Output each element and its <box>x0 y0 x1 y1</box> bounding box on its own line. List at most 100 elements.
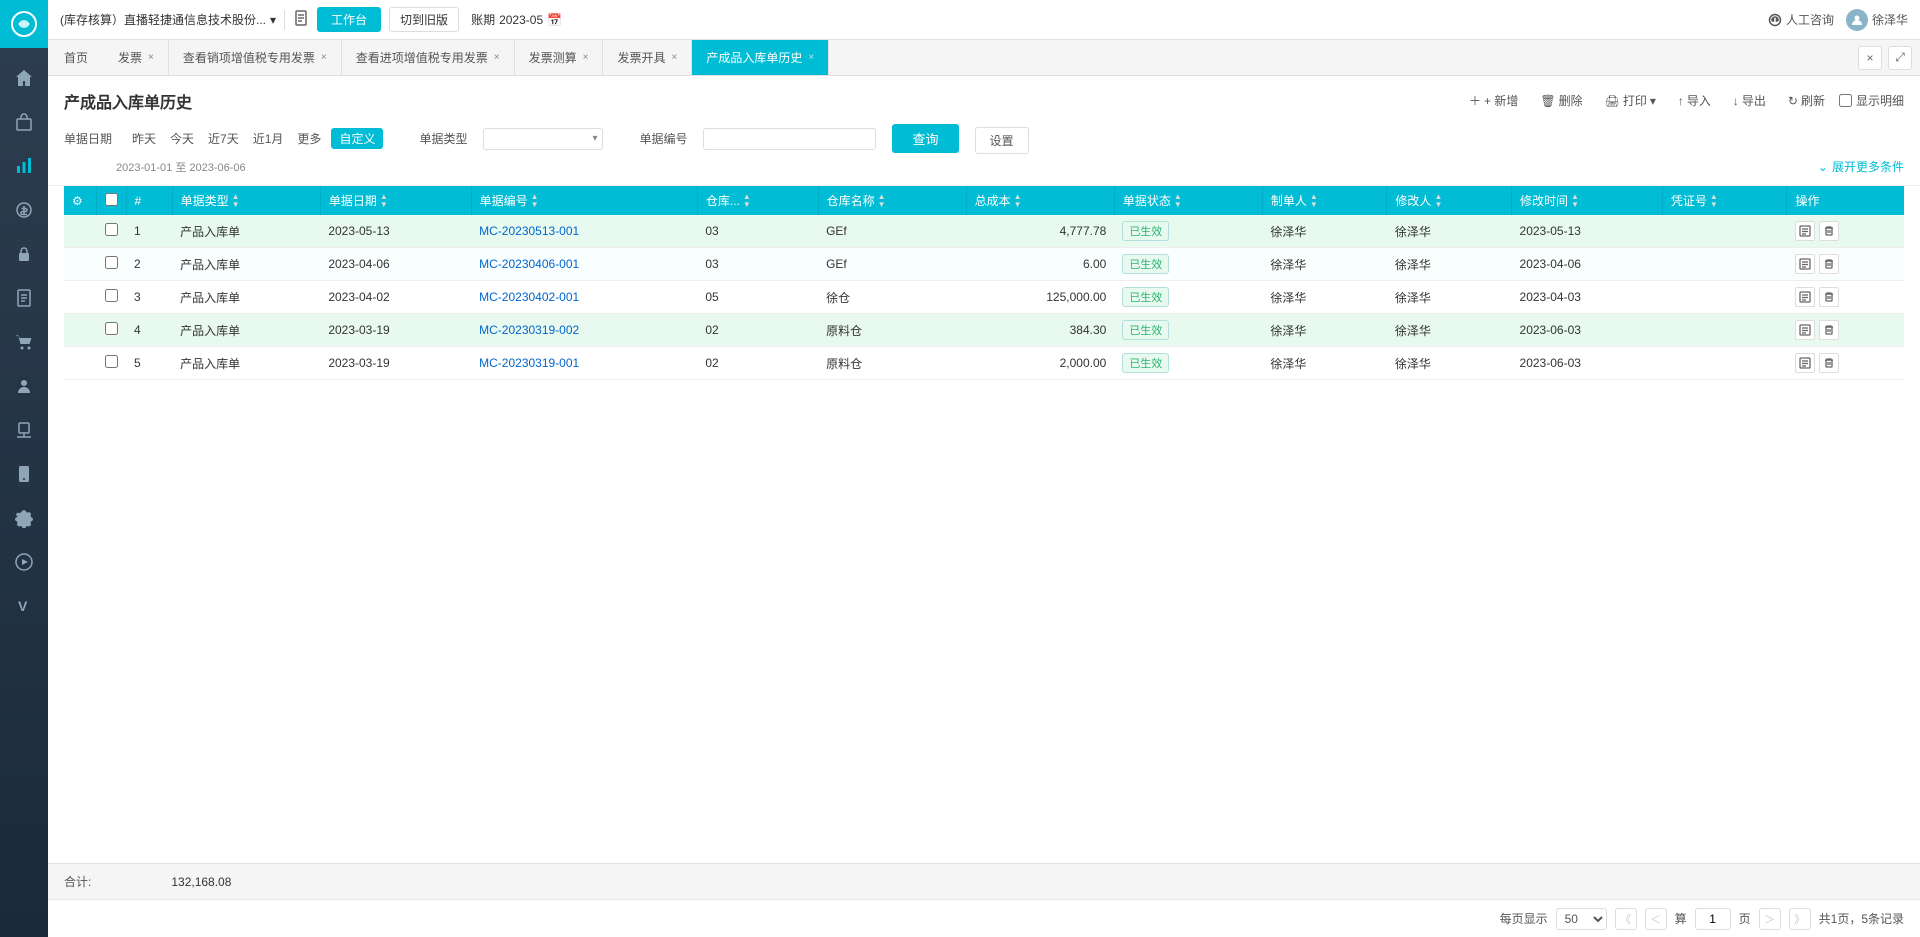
sidebar-item-doc[interactable] <box>0 276 48 320</box>
sidebar-item-v[interactable]: V <box>0 584 48 628</box>
app-logo[interactable] <box>0 0 48 48</box>
th-voucher[interactable]: 凭证号▲▼ <box>1662 186 1787 215</box>
action-delete-4[interactable] <box>1819 353 1839 373</box>
query-button[interactable]: 查询 <box>892 124 958 153</box>
workbench-button[interactable]: 工作台 <box>317 7 381 32</box>
action-edit-3[interactable] <box>1795 320 1815 340</box>
tab-maximize-button[interactable]: ⤢ <box>1888 46 1912 70</box>
select-all-checkbox[interactable] <box>105 193 118 206</box>
table-wrapper: ⚙ # 单据类型▲▼ 单据日期▲▼ <box>48 186 1920 863</box>
th-warehouse-name[interactable]: 仓库名称▲▼ <box>818 186 966 215</box>
th-type[interactable]: 单据类型▲▼ <box>172 186 320 215</box>
page-label: 页 <box>1739 910 1751 927</box>
tab-home[interactable]: 首页 <box>48 49 104 66</box>
date-custom-button[interactable]: 自定义 <box>331 128 383 149</box>
number-link-0[interactable]: MC-20230513-001 <box>479 224 579 238</box>
row-checkbox-3[interactable] <box>105 322 118 335</box>
sidebar-item-home[interactable] <box>0 56 48 100</box>
th-warehouse-code[interactable]: 仓库...▲▼ <box>697 186 818 215</box>
page-prev-button[interactable]: ＜ <box>1645 908 1667 930</box>
refresh-button[interactable]: ↻ 刷新 <box>1780 88 1833 113</box>
display-toggle-checkbox[interactable] <box>1839 94 1852 107</box>
row-checkbox-4[interactable] <box>105 355 118 368</box>
action-edit-2[interactable] <box>1795 287 1815 307</box>
tab-sales-vat[interactable]: 查看销项增值税专用发票 × <box>169 40 342 76</box>
th-date[interactable]: 单据日期▲▼ <box>320 186 471 215</box>
date-today[interactable]: 今天 <box>166 128 198 149</box>
date-more[interactable]: 更多 <box>293 128 325 149</box>
sidebar-item-phone[interactable] <box>0 452 48 496</box>
tab-close-all-button[interactable]: × <box>1858 46 1882 70</box>
th-status[interactable]: 单据状态▲▼ <box>1114 186 1262 215</box>
tab-calc-invoice-close[interactable]: × <box>583 52 589 63</box>
sidebar-item-company[interactable] <box>0 100 48 144</box>
user-menu[interactable]: 徐泽华 <box>1846 9 1908 31</box>
page-size-select[interactable]: 20 50 100 <box>1556 908 1607 930</box>
date-yesterday[interactable]: 昨天 <box>128 128 160 149</box>
th-modifier[interactable]: 修改人▲▼ <box>1387 186 1512 215</box>
document-icon[interactable] <box>293 10 309 29</box>
tab-open-invoice-close[interactable]: × <box>671 52 677 63</box>
cell-modifier-3: 徐泽华 <box>1387 314 1512 347</box>
tab-open-invoice[interactable]: 发票开具 × <box>603 40 692 76</box>
export-button[interactable]: ↓ 导出 <box>1725 88 1774 113</box>
action-edit-0[interactable] <box>1795 221 1815 241</box>
tab-purchase-vat-close[interactable]: × <box>494 52 500 63</box>
action-delete-1[interactable] <box>1819 254 1839 274</box>
cell-type-3: 产品入库单 <box>172 314 320 347</box>
cell-warehouse-name-1: GEf <box>818 248 966 281</box>
page-next-button[interactable]: ＞ <box>1759 908 1781 930</box>
number-link-3[interactable]: MC-20230319-002 <box>479 323 579 337</box>
date-7days[interactable]: 近7天 <box>204 128 243 149</box>
import-button[interactable]: ↑ 导入 <box>1670 88 1719 113</box>
type-select[interactable]: 产品入库单 <box>483 128 603 150</box>
calendar-icon[interactable]: 📅 <box>547 13 562 27</box>
new-button[interactable]: ＋ + 新增 <box>1461 88 1526 113</box>
sidebar-item-people[interactable] <box>0 364 48 408</box>
number-input[interactable] <box>703 128 876 150</box>
cell-checkbox-1 <box>96 248 126 281</box>
reset-button[interactable]: 设置 <box>975 127 1029 154</box>
sidebar-item-finance[interactable] <box>0 188 48 232</box>
th-modify-time[interactable]: 修改时间▲▼ <box>1512 186 1663 215</box>
action-delete-0[interactable] <box>1819 221 1839 241</box>
tab-product-in-close[interactable]: × <box>808 52 814 63</box>
delete-button[interactable]: 🗑 删除 <box>1532 88 1590 113</box>
page-last-button[interactable]: 》 <box>1789 908 1811 930</box>
row-checkbox-1[interactable] <box>105 256 118 269</box>
sidebar-item-chart[interactable] <box>0 144 48 188</box>
th-settings[interactable]: ⚙ <box>64 186 96 215</box>
number-link-4[interactable]: MC-20230319-001 <box>479 356 579 370</box>
row-checkbox-0[interactable] <box>105 223 118 236</box>
print-button[interactable]: 🖨 打印 ▾ <box>1597 88 1664 113</box>
action-edit-1[interactable] <box>1795 254 1815 274</box>
page-first-button[interactable]: 《 <box>1615 908 1637 930</box>
tab-product-in[interactable]: 产成品入库单历史 × <box>692 40 829 76</box>
tab-invoice[interactable]: 发票 × <box>104 40 169 76</box>
switch-version-button[interactable]: 切到旧版 <box>389 7 459 32</box>
number-link-1[interactable]: MC-20230406-001 <box>479 257 579 271</box>
table-body: 1 产品入库单 2023-05-13 MC-20230513-001 03 GE… <box>64 215 1904 380</box>
action-delete-2[interactable] <box>1819 287 1839 307</box>
page-number-input[interactable] <box>1695 908 1731 930</box>
row-checkbox-2[interactable] <box>105 289 118 302</box>
sidebar-item-lock[interactable] <box>0 232 48 276</box>
action-delete-3[interactable] <box>1819 320 1839 340</box>
tab-purchase-vat[interactable]: 查看进项增值税专用发票 × <box>342 40 515 76</box>
th-total-cost[interactable]: 总成本▲▼ <box>966 186 1114 215</box>
sidebar-item-play[interactable] <box>0 540 48 584</box>
tab-calc-invoice[interactable]: 发票测算 × <box>515 40 604 76</box>
action-edit-4[interactable] <box>1795 353 1815 373</box>
sidebar-item-gear[interactable] <box>0 496 48 540</box>
sidebar-item-cart[interactable] <box>0 320 48 364</box>
tab-sales-vat-close[interactable]: × <box>321 52 327 63</box>
number-link-2[interactable]: MC-20230402-001 <box>479 290 579 304</box>
date-1month[interactable]: 近1月 <box>249 128 288 149</box>
th-number[interactable]: 单据编号▲▼ <box>471 186 697 215</box>
service-button[interactable]: 人工咨询 <box>1768 11 1834 28</box>
tab-invoice-close[interactable]: × <box>148 52 154 63</box>
sidebar-item-stamp[interactable] <box>0 408 48 452</box>
company-selector[interactable]: (库存核算）直播轻捷通信息技术股份... ▾ <box>60 11 276 28</box>
th-creator[interactable]: 制单人▲▼ <box>1262 186 1387 215</box>
expand-filter-button[interactable]: ⌄ 展开更多条件 <box>1818 158 1904 175</box>
